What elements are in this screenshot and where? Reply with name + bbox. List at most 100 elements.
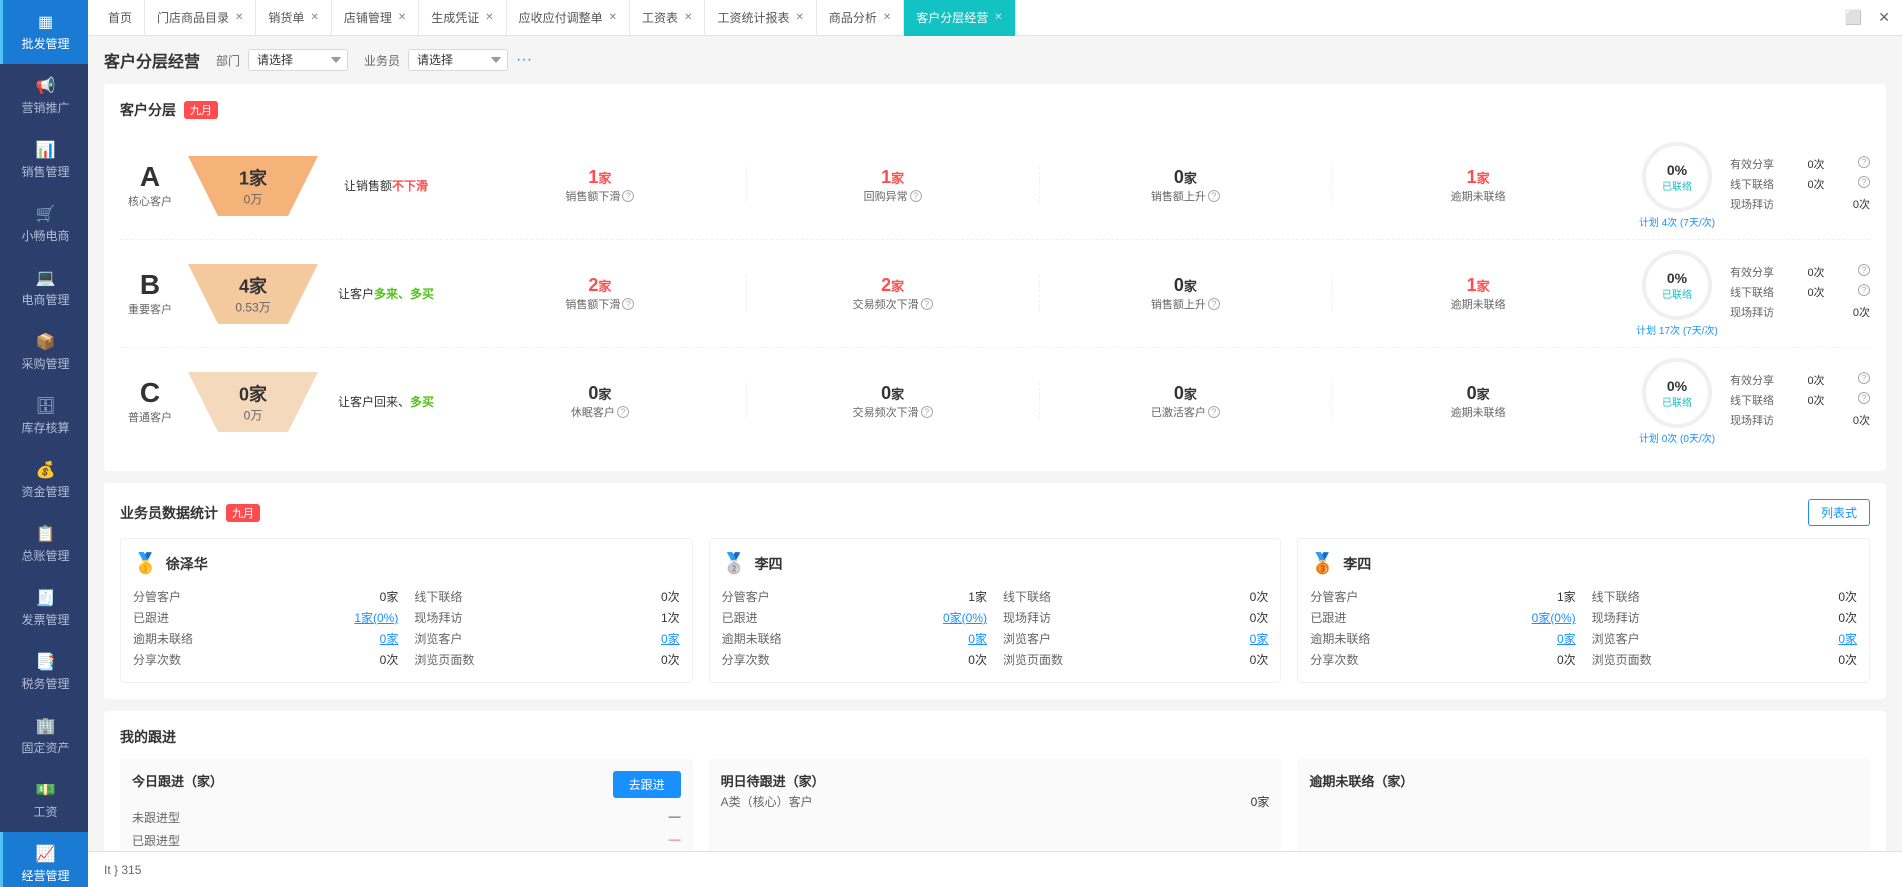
sidebar-item-yingxiao[interactable]: 📢 营销推广 [0,64,88,128]
info-icon[interactable]: ? [622,298,634,310]
info-icon[interactable]: ? [1208,190,1220,202]
tab-payroll[interactable]: 工资表 ✕ [630,0,705,36]
tab-bar-actions: ⬜ ✕ [1841,7,1894,28]
staff-2-rstat-2-val[interactable]: 0家 [1838,630,1857,647]
info-icon[interactable]: ? [1208,298,1220,310]
tier-b-stat-3[interactable]: 1家 逾期未联络 [1332,275,1624,312]
tier-b-stat-1[interactable]: 2家 交易频次下滑 ? [747,275,1040,312]
tier-c-circle-plan[interactable]: 计划 0次 (0天/次) [1632,430,1722,445]
list-view-button[interactable]: 列表式 [1808,499,1870,526]
tab-shop-products[interactable]: 门店商品目录 ✕ [145,0,256,36]
tab-close-payroll-stat[interactable]: ✕ [795,12,803,23]
tier-b-stat-1-value: 2家 [755,275,1031,296]
staff-2-stat-1-val[interactable]: 0家(0%) [1532,609,1576,626]
sidebar-item-pifa[interactable]: ▦ 批发管理 [0,0,88,64]
tier-a-stat-0[interactable]: 1家 销售额下滑 ? [454,167,747,204]
tier-a-letter: A [120,163,180,191]
tab-customer-tier[interactable]: 客户分层经营 ✕ [904,0,1015,36]
tier-a-stats: 1家 销售额下滑 ? 1家 回购异常 ? 0家 销售额上升 ? 1家 逾期未联络 [454,167,1624,204]
tier-b-right-0-val: 0次 [1807,264,1824,280]
go-followup-button[interactable]: 去跟进 [613,771,681,798]
info-icon[interactable]: ? [1858,156,1870,168]
info-icon[interactable]: ? [910,190,922,202]
tab-payroll-stat[interactable]: 工资统计报表 ✕ [705,0,816,36]
info-icon[interactable]: ? [617,406,629,418]
followup-section-title: 我的跟进 [120,727,176,747]
staff-1-stat-2-val[interactable]: 0家 [968,630,987,647]
sidebar-item-zhangwu[interactable]: 📋 总账管理 [0,512,88,576]
tier-b-stat-0[interactable]: 2家 销售额下滑 ? [454,275,747,312]
staff-1-rstat-2-val[interactable]: 0家 [1250,630,1269,647]
tier-a-stat-3[interactable]: 1家 逾期未联络 [1332,167,1624,204]
info-icon[interactable]: ? [1858,176,1870,188]
filter-more-icon[interactable]: ··· [516,51,532,69]
tier-a-funnel[interactable]: 1家 0万 [188,156,318,216]
tier-b-stat-2[interactable]: 0家 销售额上升 ? [1040,275,1333,312]
tier-b-funnel[interactable]: 4家 0.53万 [188,264,318,324]
tab-close-shop-products[interactable]: ✕ [235,12,243,23]
tab-close-product-analysis[interactable]: ✕ [883,12,891,23]
tab-close-payroll[interactable]: ✕ [684,12,692,23]
sidebar-item-zijin[interactable]: 💰 资金管理 [0,448,88,512]
tier-b-circle-plan[interactable]: 计划 17次 (7天/次) [1632,322,1722,337]
tab-home[interactable]: 首页 [96,0,145,36]
staff-select[interactable]: 请选择 [408,49,508,71]
info-icon[interactable]: ? [1858,372,1870,384]
staff-0-stats: 分管客户 0家 已跟进 1家(0%) 逾期未联络 0家 [133,586,680,670]
info-icon[interactable]: ? [1858,264,1870,276]
info-icon[interactable]: ? [622,190,634,202]
sidebar-item-fapiao[interactable]: 🧾 发票管理 [0,576,88,640]
info-icon[interactable]: ? [1858,284,1870,296]
tier-a-slogan: 让销售额不下滑 [326,177,446,194]
staff-1-stat-1-val[interactable]: 0家(0%) [943,609,987,626]
info-icon[interactable]: ? [921,298,933,310]
info-icon[interactable]: ? [1208,406,1220,418]
staff-0-stat-2-val[interactable]: 0家 [380,630,399,647]
tier-c-stat-0[interactable]: 0家 休眠客户 ? [454,383,747,420]
tab-maximize-icon[interactable]: ⬜ [1841,7,1866,28]
info-icon[interactable]: ? [921,406,933,418]
staff-0-rstat-2-val[interactable]: 0家 [661,630,680,647]
tier-c-stat-1[interactable]: 0家 交易频次下滑 ? [747,383,1040,420]
followup-today-title: 今日跟进（家） [132,771,223,790]
tier-c-stat-3[interactable]: 0家 逾期未联络 [1332,383,1624,420]
tier-b-right-stats: 有效分享 0次 ? 线下联络 0次 ? 现场拜访 0次 [1730,264,1870,324]
followup-today-0-val: — [669,809,681,826]
customer-section-badge: 九月 [184,101,218,119]
tab-receivable[interactable]: 应收应付调整单 ✕ [507,0,630,36]
page-header: 客户分层经营 部门 请选择 业务员 请选择 ··· [104,48,1886,72]
sidebar-item-gudingzichan[interactable]: 🏢 固定资产 [0,704,88,768]
tier-a-circle-plan[interactable]: 计划 4次 (7天/次) [1632,214,1722,229]
tier-c-funnel[interactable]: 0家 0万 [188,372,318,432]
sidebar-item-caigou[interactable]: 📦 采购管理 [0,320,88,384]
tier-b-right-2: 现场拜访 0次 [1730,304,1870,320]
tab-close-sales-order[interactable]: ✕ [310,12,318,23]
tier-c-stat-2[interactable]: 0家 已激活客户 ? [1040,383,1333,420]
staff-2-stat-2-val[interactable]: 0家 [1557,630,1576,647]
staff-0-stat-1-val[interactable]: 1家(0%) [354,609,398,626]
sidebar-item-jingying[interactable]: 📈 经营管理 [0,832,88,887]
sidebar-item-kucun[interactable]: 🗄 库存核算 [0,384,88,448]
sidebar-item-xiaodian[interactable]: 🛒 小畅电商 [0,192,88,256]
tab-close-all-icon[interactable]: ✕ [1874,7,1894,28]
sidebar-item-gongzi[interactable]: 💵 工资 [0,768,88,832]
sidebar-item-xiaoshou[interactable]: 📊 销售管理 [0,128,88,192]
staff-2-stats: 分管客户 1家 已跟进 0家(0%) 逾期未联络 0家 [1310,586,1857,670]
tab-close-customer-tier[interactable]: ✕ [994,12,1002,23]
tab-product-analysis[interactable]: 商品分析 ✕ [817,0,904,36]
sidebar-item-dianshang[interactable]: 💻 电商管理 [0,256,88,320]
staff-0-name: 徐泽华 [166,554,208,574]
fapiao-icon: 🧾 [7,588,84,608]
tab-close-store-mgmt[interactable]: ✕ [398,12,406,23]
dept-select[interactable]: 请选择 [248,49,348,71]
sidebar-item-shuiwu[interactable]: 📑 税务管理 [0,640,88,704]
tab-sales-order[interactable]: 销货单 ✕ [256,0,331,36]
tab-close-voucher[interactable]: ✕ [485,12,493,23]
tab-close-receivable[interactable]: ✕ [609,12,617,23]
tier-a-slogan-highlight: 不下滑 [392,179,428,193]
tier-a-stat-2[interactable]: 0家 销售额上升 ? [1040,167,1333,204]
info-icon[interactable]: ? [1858,392,1870,404]
tab-voucher[interactable]: 生成凭证 ✕ [419,0,506,36]
tab-store-mgmt[interactable]: 店铺管理 ✕ [332,0,419,36]
tier-a-stat-1[interactable]: 1家 回购异常 ? [747,167,1040,204]
